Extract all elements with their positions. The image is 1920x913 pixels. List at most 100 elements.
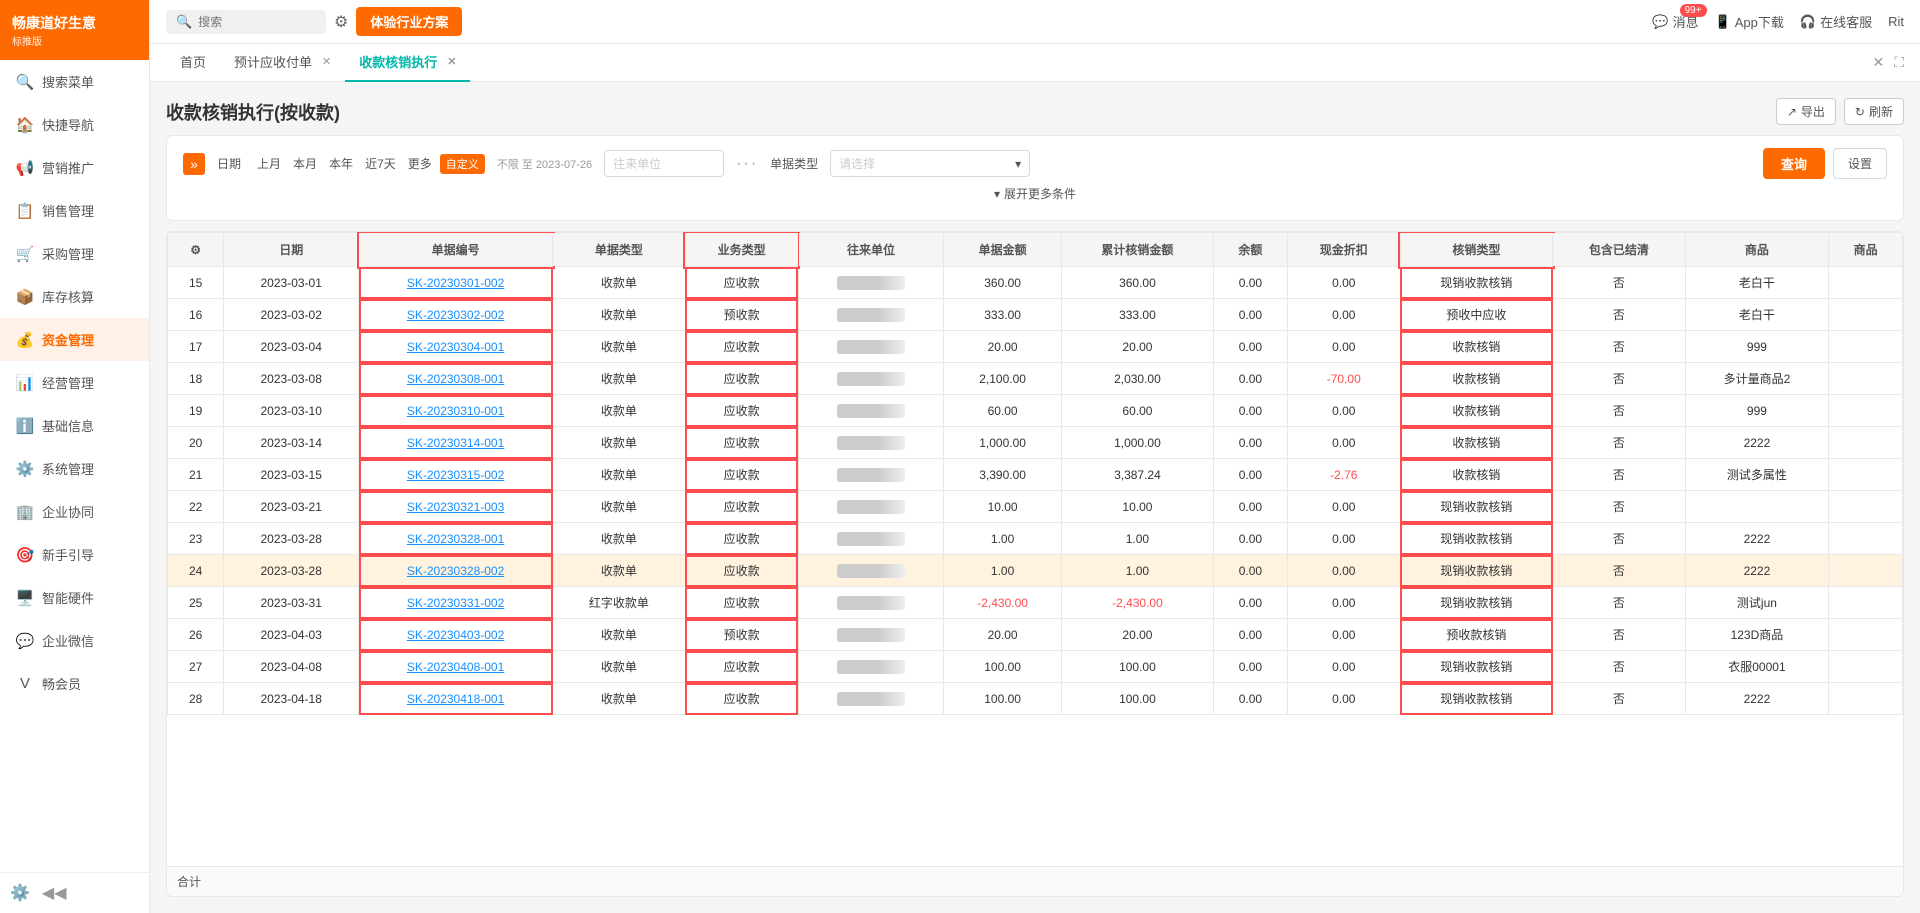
app-icon: 📱 [1715,14,1731,30]
sidebar-item-sales[interactable]: 📋 销售管理 [0,189,149,232]
data-table: ⚙ 日期 单据编号 单据类型 业务类型 往来单位 单据金额 累计核销金额 余额 … [167,232,1903,715]
sidebar-item-weixin[interactable]: 💬 企业微信 [0,619,149,662]
td-date-10: 2023-03-31 [224,587,359,619]
td-code-0[interactable]: SK-20230301-002 [359,267,553,299]
message-btn[interactable]: 💬 消息 99+ [1652,12,1698,31]
tab-payable-close[interactable]: ✕ [322,55,331,68]
td-counterpart-0: ████████ [798,267,944,299]
export-btn[interactable]: ↗ 导出 [1776,98,1836,125]
td-included-1: 否 [1553,299,1686,331]
td-discount-3: -70.00 [1287,363,1400,395]
td-counterpart-11: ████████ [798,619,944,651]
td-balance-7: 0.00 [1214,491,1288,523]
settings-bottom-icon[interactable]: ⚙️ [10,883,30,903]
td-product2-2 [1829,331,1903,363]
td-writeoff-0: 现销收款核销 [1400,267,1552,299]
td-date-9: 2023-03-28 [224,555,359,587]
td-date-12: 2023-04-08 [224,651,359,683]
content-area: 收款核销执行(按收款) ↗ 导出 ↻ 刷新 » 日期 上月 本月 [150,82,1920,913]
td-discount-0: 0.00 [1287,267,1400,299]
td-code-1[interactable]: SK-20230302-002 [359,299,553,331]
filter-dots[interactable]: ··· [736,155,758,173]
date-btn-last-month[interactable]: 上月 [253,153,285,174]
sidebar-item-purchase[interactable]: 🛒 采购管理 [0,232,149,275]
sidebar-item-inventory[interactable]: 📦 库存核算 [0,275,149,318]
td-balance-13: 0.00 [1214,683,1288,715]
counterpart-filter[interactable]: 往来单位 [604,150,724,177]
sidebar-label-sales: 销售管理 [42,201,94,220]
td-type-3: 收款单 [553,363,686,395]
search-input[interactable] [198,15,298,29]
td-code-3[interactable]: SK-20230308-001 [359,363,553,395]
sidebar-label-guide: 新手引导 [42,545,94,564]
sidebar-item-member[interactable]: V 畅会员 [0,662,149,705]
sidebar-item-basic[interactable]: ℹ️ 基础信息 [0,404,149,447]
td-code-6[interactable]: SK-20230315-002 [359,459,553,491]
setting-btn[interactable]: 设置 [1833,148,1887,179]
td-date-3: 2023-03-08 [224,363,359,395]
sidebar-item-quicknav[interactable]: 🏠 快捷导航 [0,103,149,146]
date-btn-more[interactable]: 更多 [404,153,436,174]
table-container[interactable]: ⚙ 日期 单据编号 单据类型 业务类型 往来单位 单据金额 累计核销金额 余额 … [167,232,1903,866]
user-label[interactable]: Rit [1888,14,1904,29]
industry-btn[interactable]: 体验行业方案 [356,7,462,36]
td-balance-11: 0.00 [1214,619,1288,651]
td-included-13: 否 [1553,683,1686,715]
td-product1-1: 老白干 [1685,299,1829,331]
voucher-type-select[interactable]: 请选择 ▾ [830,150,1030,177]
search-box[interactable]: 🔍 [166,10,326,34]
tab-fullscreen-icon[interactable]: ⛶ [1894,54,1904,71]
sidebar-label-operation: 经营管理 [42,373,94,392]
td-code-7[interactable]: SK-20230321-003 [359,491,553,523]
table-row: 28 2023-04-18 SK-20230418-001 收款单 应收款 ██… [168,683,1903,715]
date-btn-this-year[interactable]: 本年 [325,153,357,174]
sidebar-item-marketing[interactable]: 📢 营销推广 [0,146,149,189]
app-download-btn[interactable]: 📱 App下载 [1715,12,1784,31]
td-code-12[interactable]: SK-20230408-001 [359,651,553,683]
td-included-11: 否 [1553,619,1686,651]
date-btn-7days[interactable]: 近7天 [361,153,400,174]
collapse-icon[interactable]: ◀◀ [42,883,67,903]
td-code-9[interactable]: SK-20230328-002 [359,555,553,587]
td-code-5[interactable]: SK-20230314-001 [359,427,553,459]
tab-close-icon[interactable]: ✕ [1872,54,1884,71]
sidebar-item-operation[interactable]: 📊 经营管理 [0,361,149,404]
td-code-13[interactable]: SK-20230418-001 [359,683,553,715]
service-btn[interactable]: 🎧 在线客服 [1800,12,1872,31]
date-filter-label: 日期 [217,155,241,172]
date-custom-btn[interactable]: 自定义 [440,154,485,174]
date-btn-this-month[interactable]: 本月 [289,153,321,174]
filter-toggle-btn[interactable]: » [183,153,205,175]
table-row: 16 2023-03-02 SK-20230302-002 收款单 预收款 ██… [168,299,1903,331]
expand-btn[interactable]: ▾ 展开更多条件 [994,185,1076,202]
td-date-1: 2023-03-02 [224,299,359,331]
th-settings: ⚙ [168,233,224,267]
td-no-2: 17 [168,331,224,363]
tab-home[interactable]: 首页 [166,44,220,82]
td-no-3: 18 [168,363,224,395]
td-amount-13: 100.00 [944,683,1061,715]
td-biztype-0: 应收款 [685,267,798,299]
sidebar-item-system[interactable]: ⚙️ 系统管理 [0,447,149,490]
sidebar-item-enterprise[interactable]: 🏢 企业协同 [0,490,149,533]
query-btn[interactable]: 查询 [1763,148,1825,179]
tab-collection[interactable]: 收款核销执行 ✕ [345,44,470,82]
sidebar-icon-operation: 📊 [16,374,34,392]
settings-icon[interactable]: ⚙ [334,12,348,32]
refresh-btn[interactable]: ↻ 刷新 [1844,98,1904,125]
td-code-4[interactable]: SK-20230310-001 [359,395,553,427]
td-code-10[interactable]: SK-20230331-002 [359,587,553,619]
sidebar-item-search[interactable]: 🔍 搜索菜单 [0,60,149,103]
td-code-2[interactable]: SK-20230304-001 [359,331,553,363]
td-product1-9: 2222 [1685,555,1829,587]
td-included-7: 否 [1553,491,1686,523]
tab-payable[interactable]: 预计应收付单 ✕ [220,44,345,82]
td-code-11[interactable]: SK-20230403-002 [359,619,553,651]
td-type-7: 收款单 [553,491,686,523]
sidebar-item-capital[interactable]: 💰 资金管理 [0,318,149,361]
sidebar-item-hardware[interactable]: 🖥️ 智能硬件 [0,576,149,619]
sidebar-item-guide[interactable]: 🎯 新手引导 [0,533,149,576]
td-code-8[interactable]: SK-20230328-001 [359,523,553,555]
td-date-8: 2023-03-28 [224,523,359,555]
tab-collection-close[interactable]: ✕ [447,55,456,68]
